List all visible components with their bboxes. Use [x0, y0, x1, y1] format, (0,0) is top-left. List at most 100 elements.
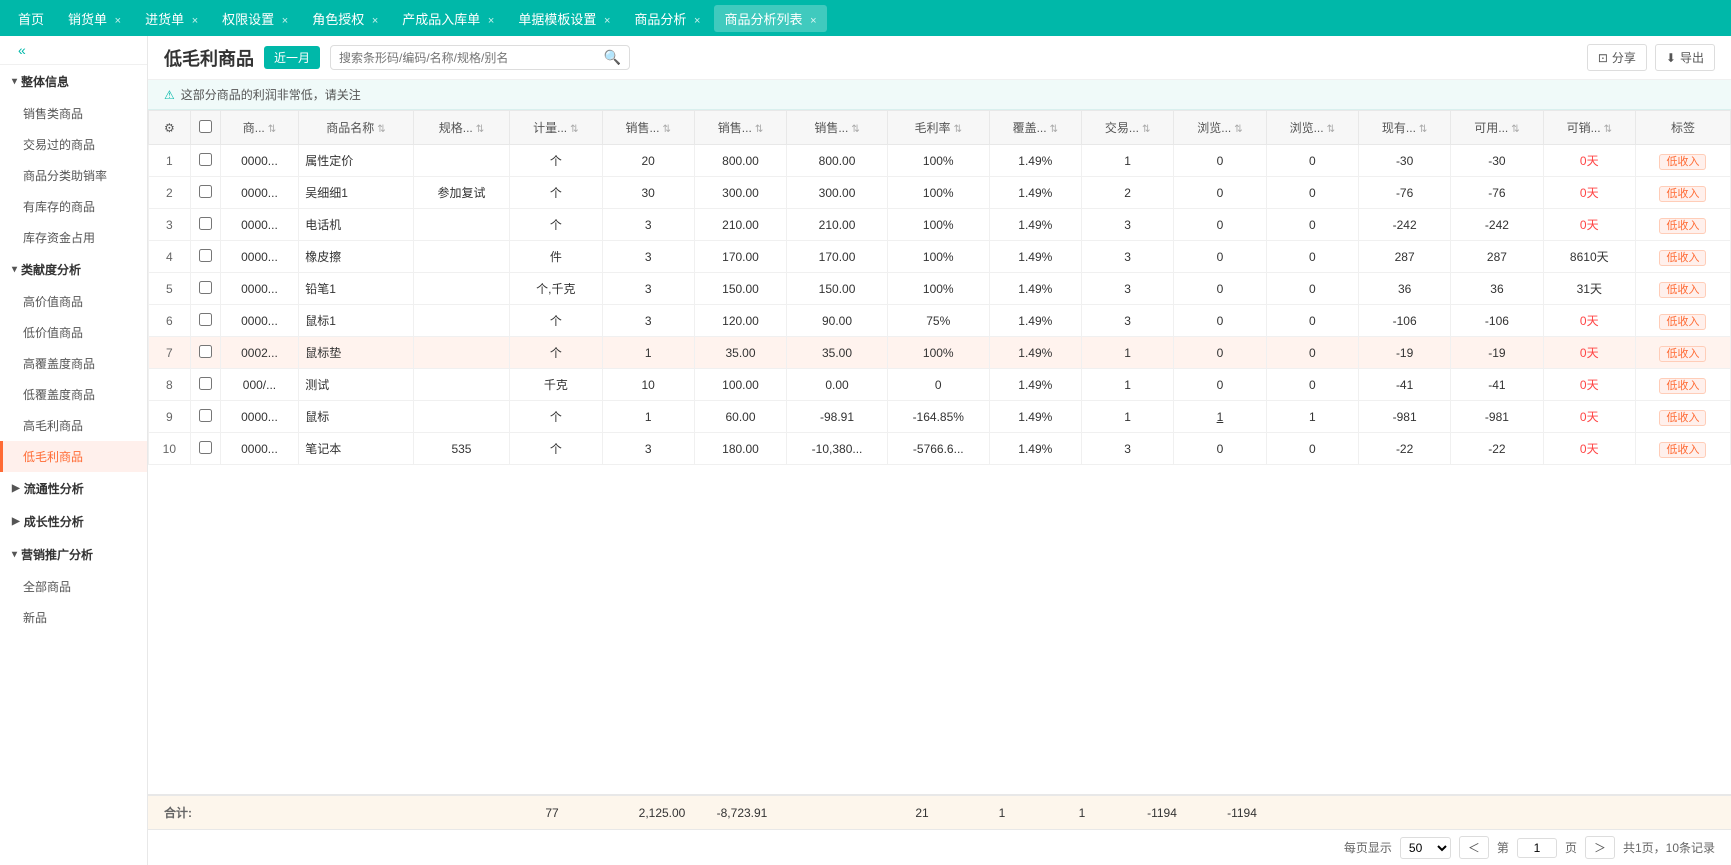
col-trade-cnt[interactable]: 交易...⇅: [1081, 111, 1173, 145]
close-purchase-order[interactable]: ×: [192, 15, 198, 27]
cell-checkbox[interactable]: [190, 337, 220, 369]
sidebar-group-overall[interactable]: ▾ 整体信息: [0, 65, 147, 98]
export-button[interactable]: ⬇ 导出: [1655, 44, 1715, 71]
cell-trade-cnt: 1: [1081, 145, 1173, 177]
cell-trade-cnt: 3: [1081, 241, 1173, 273]
cell-browse1[interactable]: 0: [1174, 433, 1266, 465]
row-checkbox[interactable]: [199, 153, 212, 166]
col-name[interactable]: 商品名称⇅: [299, 111, 413, 145]
nav-home[interactable]: 首页: [8, 5, 54, 32]
cell-checkbox[interactable]: [190, 241, 220, 273]
page-input[interactable]: [1517, 838, 1557, 858]
cell-checkbox[interactable]: [190, 209, 220, 241]
cell-browse1[interactable]: 1: [1174, 401, 1266, 433]
cell-checkbox[interactable]: [190, 433, 220, 465]
nav-roles[interactable]: 角色授权 ×: [302, 5, 388, 32]
col-browse1[interactable]: 浏览...⇅: [1174, 111, 1266, 145]
sidebar-group-growth[interactable]: ▶ 成长性分析: [0, 505, 147, 538]
col-browse2[interactable]: 浏览...⇅: [1266, 111, 1358, 145]
row-checkbox[interactable]: [199, 249, 212, 262]
row-checkbox[interactable]: [199, 409, 212, 422]
sidebar-item-all-products[interactable]: 全部商品: [0, 571, 147, 602]
sidebar-group-marketing[interactable]: ▾ 营销推广分析: [0, 538, 147, 571]
close-product-analysis[interactable]: ×: [694, 15, 700, 27]
sidebar-item-sales-products[interactable]: 销售类商品: [0, 98, 147, 129]
cell-checkbox[interactable]: [190, 177, 220, 209]
sidebar-group-flow[interactable]: ▶ 流通性分析: [0, 472, 147, 505]
sidebar-item-category-sales-rate[interactable]: 商品分类助销率: [0, 160, 147, 191]
close-permissions[interactable]: ×: [282, 15, 288, 27]
sidebar-item-high-coverage[interactable]: 高覆盖度商品: [0, 348, 147, 379]
cell-checkbox[interactable]: [190, 305, 220, 337]
col-gross-rate[interactable]: 毛利率⇅: [887, 111, 989, 145]
row-checkbox[interactable]: [199, 441, 212, 454]
close-product-analysis-list[interactable]: ×: [810, 15, 816, 27]
col-saleable[interactable]: 可销...⇅: [1543, 111, 1635, 145]
prev-page-btn[interactable]: ＜: [1459, 836, 1489, 859]
col-checkbox[interactable]: [190, 111, 220, 145]
cell-browse1[interactable]: 0: [1174, 145, 1266, 177]
cell-browse1[interactable]: 0: [1174, 369, 1266, 401]
sidebar-item-high-value[interactable]: 高价值商品: [0, 286, 147, 317]
cell-tag: 低收入: [1635, 145, 1730, 177]
date-filter-button[interactable]: 近一月: [264, 46, 320, 69]
sidebar-item-traded-products[interactable]: 交易过的商品: [0, 129, 147, 160]
close-template-settings[interactable]: ×: [604, 15, 610, 27]
cell-browse1[interactable]: 0: [1174, 241, 1266, 273]
col-sales-amount[interactable]: 销售...⇅: [787, 111, 888, 145]
cell-browse1[interactable]: 0: [1174, 177, 1266, 209]
page-size-select[interactable]: 20 50 100: [1400, 837, 1451, 859]
cell-saleable: 0天: [1543, 401, 1635, 433]
sidebar-item-low-margin[interactable]: 低毛利商品: [0, 441, 147, 472]
col-unit[interactable]: 计量...⇅: [510, 111, 602, 145]
col-available[interactable]: 可用...⇅: [1451, 111, 1543, 145]
col-sales-price[interactable]: 销售...⇅: [694, 111, 786, 145]
col-spec[interactable]: 规格...⇅: [413, 111, 509, 145]
col-cover-rate[interactable]: 覆盖...⇅: [989, 111, 1081, 145]
cell-browse1[interactable]: 0: [1174, 273, 1266, 305]
nav-product-analysis[interactable]: 商品分析 ×: [624, 5, 710, 32]
cell-browse1[interactable]: 0: [1174, 209, 1266, 241]
row-checkbox[interactable]: [199, 217, 212, 230]
cell-gross-rate: -5766.6...: [887, 433, 989, 465]
row-checkbox[interactable]: [199, 185, 212, 198]
nav-sales-order[interactable]: 销货单 ×: [58, 5, 131, 32]
col-code[interactable]: 商...⇅: [220, 111, 299, 145]
nav-template-settings[interactable]: 单据模板设置 ×: [508, 5, 620, 32]
cell-checkbox[interactable]: [190, 369, 220, 401]
sidebar-item-high-margin[interactable]: 高毛利商品: [0, 410, 147, 441]
cell-browse1[interactable]: 0: [1174, 337, 1266, 369]
sidebar-collapse-btn[interactable]: «: [12, 40, 32, 60]
row-checkbox[interactable]: [199, 313, 212, 326]
row-checkbox[interactable]: [199, 377, 212, 390]
col-tag[interactable]: 标签: [1635, 111, 1730, 145]
sidebar-item-new-products[interactable]: 新品: [0, 602, 147, 633]
col-settings[interactable]: ⚙: [149, 111, 191, 145]
search-icon[interactable]: 🔍: [604, 49, 621, 66]
close-product-inbound[interactable]: ×: [488, 15, 494, 27]
cell-checkbox[interactable]: [190, 401, 220, 433]
row-checkbox[interactable]: [199, 345, 212, 358]
cell-checkbox[interactable]: [190, 145, 220, 177]
col-current-stock[interactable]: 现有...⇅: [1358, 111, 1450, 145]
row-checkbox[interactable]: [199, 281, 212, 294]
col-sales-qty[interactable]: 销售...⇅: [602, 111, 694, 145]
nav-permissions[interactable]: 权限设置 ×: [212, 5, 298, 32]
sidebar-item-stock-capital[interactable]: 库存资金占用: [0, 222, 147, 253]
cell-browse1[interactable]: 0: [1174, 305, 1266, 337]
sidebar-item-low-value[interactable]: 低价值商品: [0, 317, 147, 348]
nav-product-inbound[interactable]: 产成品入库单 ×: [392, 5, 504, 32]
select-all-checkbox[interactable]: [199, 120, 212, 133]
cell-checkbox[interactable]: [190, 273, 220, 305]
next-page-btn[interactable]: ＞: [1585, 836, 1615, 859]
nav-purchase-order[interactable]: 进货单 ×: [135, 5, 208, 32]
nav-product-analysis-list[interactable]: 商品分析列表 ×: [714, 5, 826, 32]
sidebar-item-low-coverage[interactable]: 低覆盖度商品: [0, 379, 147, 410]
table-row: 8 000/... 测试 千克 10 100.00 0.00 0 1.49% 1…: [149, 369, 1731, 401]
sidebar-item-stocked-products[interactable]: 有库存的商品: [0, 191, 147, 222]
share-button[interactable]: ⊡ 分享: [1587, 44, 1647, 71]
search-input[interactable]: [339, 51, 599, 65]
sidebar-group-contribution[interactable]: ▾ 类献度分析: [0, 253, 147, 286]
close-roles[interactable]: ×: [372, 15, 378, 27]
close-sales-order[interactable]: ×: [115, 15, 121, 27]
